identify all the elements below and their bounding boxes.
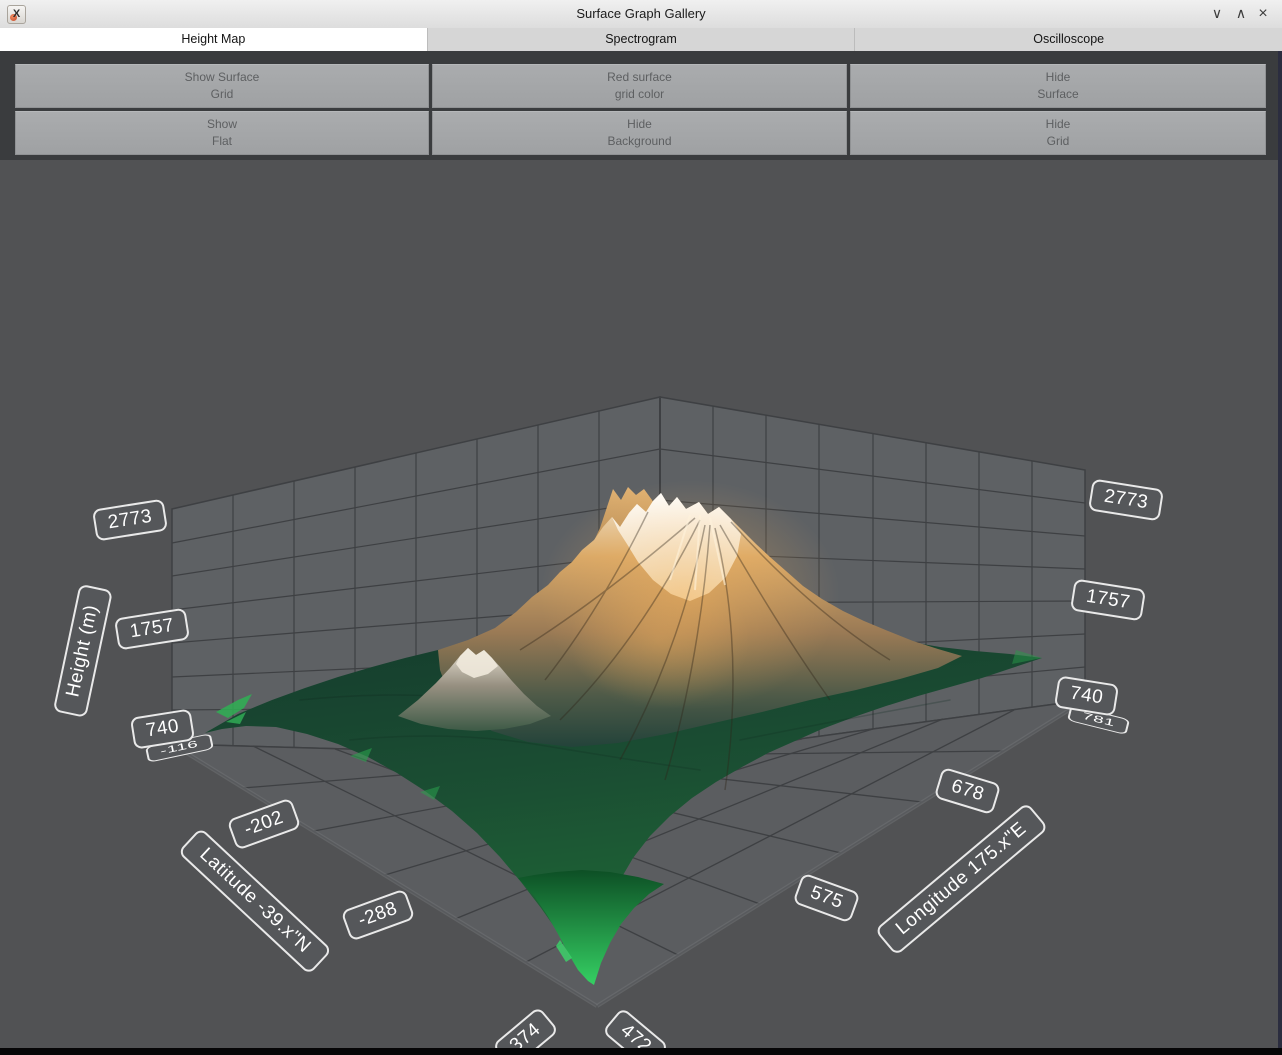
app-icon-letter: X: [13, 8, 20, 20]
tab-bar: Height Map Spectrogram Oscilloscope: [0, 28, 1282, 51]
tab-oscilloscope[interactable]: Oscilloscope: [854, 28, 1282, 51]
tab-spectrogram[interactable]: Spectrogram: [427, 28, 855, 51]
show-flat-button[interactable]: Show Flat: [15, 111, 429, 155]
button-label-line2: grid color: [433, 86, 846, 103]
button-label-line1: Hide: [433, 116, 846, 133]
surface-chart-area: 2773 Height (m) 1757 -116 740 -202 Latit…: [0, 160, 1282, 1048]
close-button[interactable]: ×: [1252, 0, 1274, 28]
window-title: Surface Graph Gallery: [0, 0, 1282, 28]
button-label-line1: Show Surface: [16, 69, 428, 86]
hide-surface-button[interactable]: Hide Surface: [850, 64, 1266, 108]
title-bar: X Surface Graph Gallery ∨ ∧ ×: [0, 0, 1282, 29]
button-label-line1: Show: [16, 116, 428, 133]
tab-height-map[interactable]: Height Map: [0, 28, 427, 51]
button-label-line2: Grid: [16, 86, 428, 103]
button-label-line2: Background: [433, 133, 846, 150]
button-label-line1: Hide: [851, 116, 1265, 133]
maximize-button[interactable]: ∧: [1230, 0, 1252, 28]
red-surface-grid-color-button[interactable]: Red surface grid color: [432, 64, 847, 108]
toolbar: Show Surface Grid Red surface grid color…: [0, 51, 1282, 160]
button-label-line1: Hide: [851, 69, 1265, 86]
hide-grid-button[interactable]: Hide Grid: [850, 111, 1266, 155]
button-label-line1: Red surface: [433, 69, 846, 86]
show-surface-grid-button[interactable]: Show Surface Grid: [15, 64, 429, 108]
bottom-edge-bar: [0, 1048, 1282, 1055]
minimize-button[interactable]: ∨: [1206, 0, 1228, 28]
hide-background-button[interactable]: Hide Background: [432, 111, 847, 155]
button-label-line2: Flat: [16, 133, 428, 150]
right-edge-strip: [1278, 51, 1282, 1048]
button-label-line2: Grid: [851, 133, 1265, 150]
button-label-line2: Surface: [851, 86, 1265, 103]
